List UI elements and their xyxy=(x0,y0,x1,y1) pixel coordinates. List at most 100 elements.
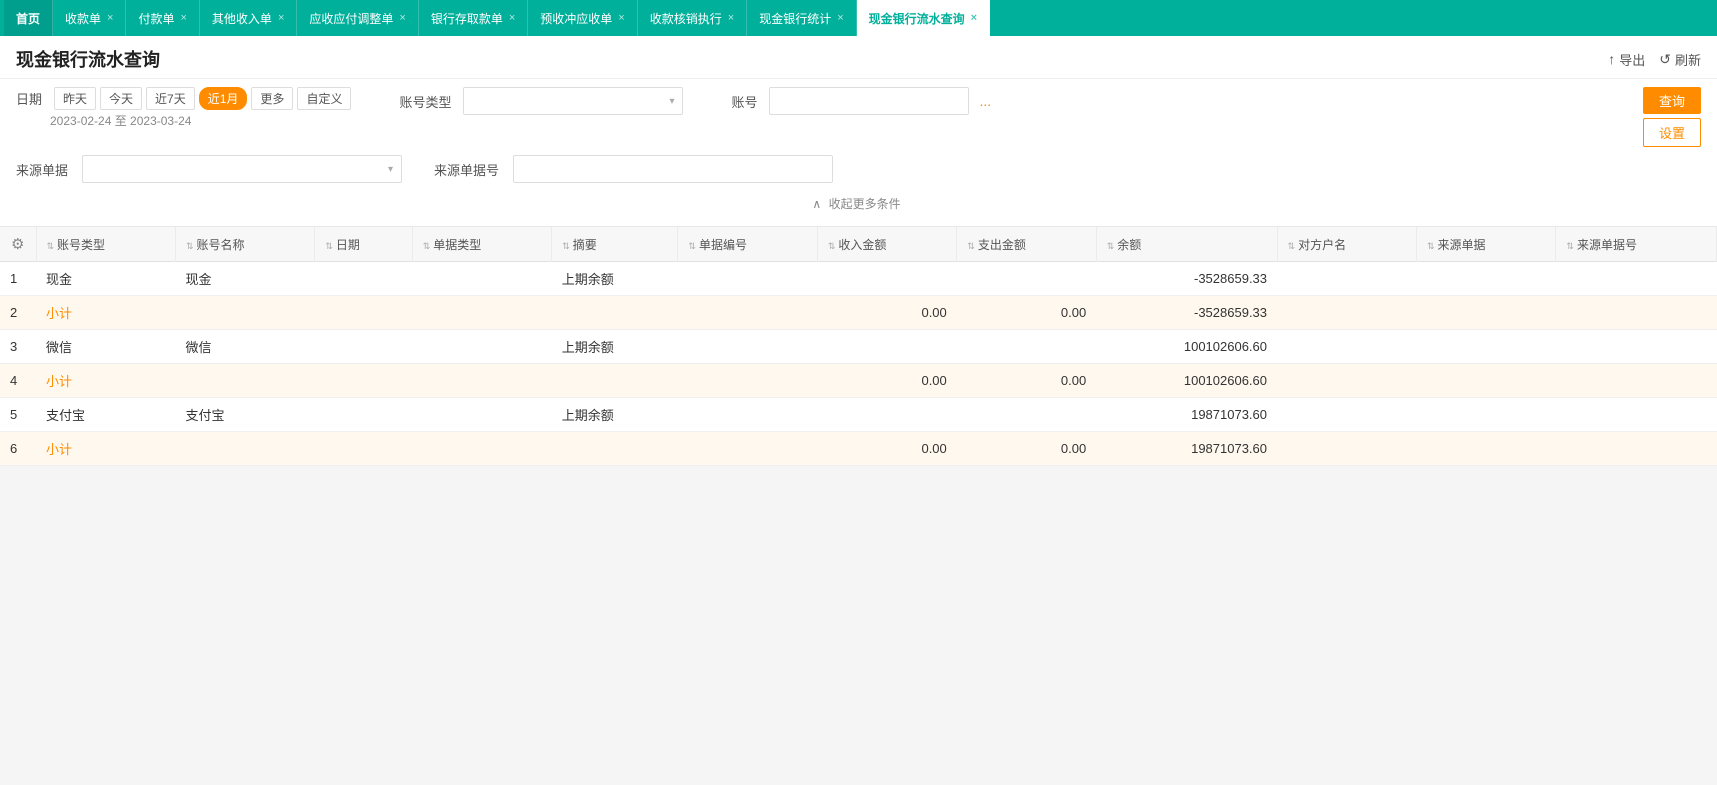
source-doc-no-input[interactable] xyxy=(513,155,833,183)
refresh-button[interactable]: ↺ 刷新 xyxy=(1659,50,1701,69)
nav-tab-收款单[interactable]: 收款单× xyxy=(53,0,126,36)
col-header-doc_no[interactable]: ⇅单据编号 xyxy=(678,227,817,262)
source-doc-no-label: 来源单据号 xyxy=(434,160,499,179)
cell-expense: 0.00 xyxy=(957,296,1096,330)
nav-tab-其他收入单[interactable]: 其他收入单× xyxy=(200,0,297,36)
cell-account_type: 小计 xyxy=(36,364,175,398)
sort-icon-account_type: ⇅ xyxy=(47,241,55,251)
account-input[interactable] xyxy=(769,87,969,115)
col-header-expense[interactable]: ⇅支出金额 xyxy=(957,227,1096,262)
tab-close-icon[interactable]: × xyxy=(180,12,186,24)
tab-close-icon[interactable]: × xyxy=(728,12,734,24)
tab-close-icon[interactable]: × xyxy=(837,12,843,24)
cell-income xyxy=(817,330,956,364)
cell-source_doc xyxy=(1416,364,1555,398)
table-container: ⚙ ⇅账号类型⇅账号名称⇅日期⇅单据类型⇅摘要⇅单据编号⇅收入金额⇅支出金额⇅余额… xyxy=(0,227,1717,466)
cell-expense xyxy=(957,262,1096,296)
cell-no: 2 xyxy=(0,296,36,330)
cell-doc_type xyxy=(412,364,551,398)
cell-balance: -3528659.33 xyxy=(1096,296,1277,330)
sort-icon-summary: ⇅ xyxy=(562,241,570,251)
refresh-icon: ↺ xyxy=(1659,51,1671,68)
date-btn-7days[interactable]: 近7天 xyxy=(146,87,195,110)
col-header-summary[interactable]: ⇅摘要 xyxy=(552,227,678,262)
cell-source_doc_no xyxy=(1556,330,1717,364)
table-settings-icon[interactable]: ⚙ xyxy=(11,236,24,253)
cell-account_name xyxy=(175,364,314,398)
tab-close-icon[interactable]: × xyxy=(971,12,977,24)
settings-button[interactable]: 设置 xyxy=(1643,118,1701,147)
tab-close-icon[interactable]: × xyxy=(278,12,284,24)
date-btn-1month[interactable]: 近1月 xyxy=(199,87,248,110)
cell-summary xyxy=(552,364,678,398)
tab-close-icon[interactable]: × xyxy=(399,12,405,24)
cell-account_type: 微信 xyxy=(36,330,175,364)
cell-date xyxy=(315,296,412,330)
cell-income xyxy=(817,262,956,296)
export-button[interactable]: ↑ 导出 xyxy=(1608,50,1645,69)
col-header-counterpart[interactable]: ⇅对方户名 xyxy=(1277,227,1416,262)
source-doc-label: 来源单据 xyxy=(16,160,68,179)
col-header-source_doc[interactable]: ⇅来源单据 xyxy=(1416,227,1555,262)
date-label: 日期 xyxy=(16,89,42,108)
cell-source_doc xyxy=(1416,262,1555,296)
nav-tab-现金银行流水查询[interactable]: 现金银行流水查询× xyxy=(857,0,990,36)
date-btn-custom[interactable]: 自定义 xyxy=(297,87,351,110)
nav-home[interactable]: 首页 xyxy=(4,0,53,36)
tab-close-icon[interactable]: × xyxy=(509,12,515,24)
cell-doc_no xyxy=(678,398,817,432)
tab-close-icon[interactable]: × xyxy=(618,12,624,24)
date-btn-yesterday[interactable]: 昨天 xyxy=(54,87,96,110)
table-header: ⚙ ⇅账号类型⇅账号名称⇅日期⇅单据类型⇅摘要⇅单据编号⇅收入金额⇅支出金额⇅余额… xyxy=(0,227,1717,262)
collapse-bar[interactable]: ∧ 收起更多条件 xyxy=(16,191,1701,218)
cell-doc_type xyxy=(412,330,551,364)
cell-account_name: 微信 xyxy=(175,330,314,364)
col-header-account_type[interactable]: ⇅账号类型 xyxy=(36,227,175,262)
page-title: 现金银行流水查询 xyxy=(16,46,160,72)
cell-doc_no xyxy=(678,330,817,364)
cell-summary: 上期余额 xyxy=(552,330,678,364)
cell-summary: 上期余额 xyxy=(552,262,678,296)
cell-doc_type xyxy=(412,296,551,330)
cell-no: 5 xyxy=(0,398,36,432)
cell-expense: 0.00 xyxy=(957,432,1096,466)
date-btn-today[interactable]: 今天 xyxy=(100,87,142,110)
col-header-gear: ⚙ xyxy=(0,227,36,262)
cell-counterpart xyxy=(1277,330,1416,364)
nav-tab-应收应付调整单[interactable]: 应收应付调整单× xyxy=(297,0,418,36)
cell-doc_no xyxy=(678,262,817,296)
nav-tab-收款核销执行[interactable]: 收款核销执行× xyxy=(638,0,747,36)
date-options: 昨天 今天 近7天 近1月 更多 自定义 xyxy=(54,87,351,110)
col-header-date[interactable]: ⇅日期 xyxy=(315,227,412,262)
account-type-select[interactable]: ▾ xyxy=(463,87,683,115)
source-doc-select[interactable]: ▾ xyxy=(82,155,402,183)
col-header-source_doc_no[interactable]: ⇅来源单据号 xyxy=(1556,227,1717,262)
cell-expense: 0.00 xyxy=(957,364,1096,398)
query-button[interactable]: 查询 xyxy=(1643,87,1701,114)
table-row: 4小计0.000.00100102606.60 xyxy=(0,364,1717,398)
cell-balance: 19871073.60 xyxy=(1096,398,1277,432)
cell-income: 0.00 xyxy=(817,432,956,466)
cell-balance: 19871073.60 xyxy=(1096,432,1277,466)
sort-icon-counterpart: ⇅ xyxy=(1288,241,1296,251)
nav-tab-银行存取款单[interactable]: 银行存取款单× xyxy=(419,0,528,36)
table-row: 6小计0.000.0019871073.60 xyxy=(0,432,1717,466)
nav-tab-现金银行统计[interactable]: 现金银行统计× xyxy=(747,0,856,36)
account-label: 账号 xyxy=(731,92,757,111)
col-header-doc_type[interactable]: ⇅单据类型 xyxy=(412,227,551,262)
collapse-icon: ∧ xyxy=(812,197,821,211)
cell-date xyxy=(315,364,412,398)
cell-counterpart xyxy=(1277,432,1416,466)
col-header-balance[interactable]: ⇅余额 xyxy=(1096,227,1277,262)
table-row: 1现金现金上期余额-3528659.33 xyxy=(0,262,1717,296)
tab-close-icon[interactable]: × xyxy=(107,12,113,24)
cell-income: 0.00 xyxy=(817,296,956,330)
nav-tab-预收冲应收单[interactable]: 预收冲应收单× xyxy=(528,0,637,36)
date-btn-more[interactable]: 更多 xyxy=(251,87,293,110)
source-doc-arrow-icon: ▾ xyxy=(388,164,393,175)
col-header-account_name[interactable]: ⇅账号名称 xyxy=(175,227,314,262)
nav-tab-付款单[interactable]: 付款单× xyxy=(126,0,199,36)
account-ellipsis-icon[interactable]: ... xyxy=(979,93,991,109)
cell-date xyxy=(315,330,412,364)
col-header-income[interactable]: ⇅收入金额 xyxy=(817,227,956,262)
